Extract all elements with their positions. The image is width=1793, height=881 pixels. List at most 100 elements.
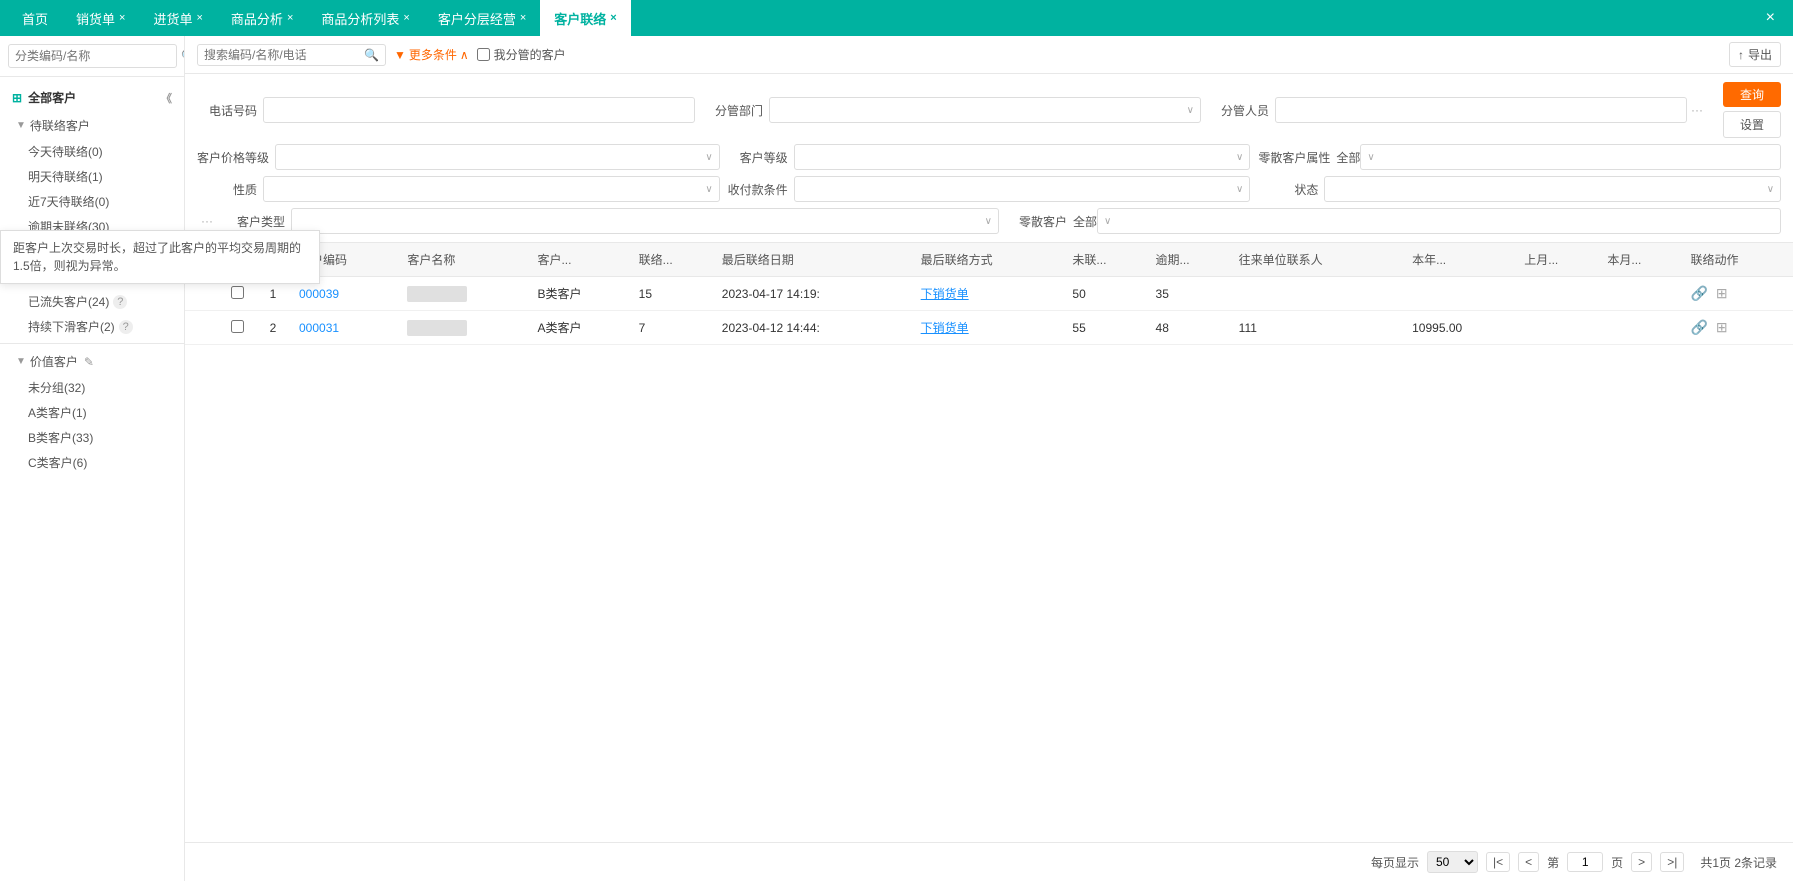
export-button[interactable]: ↑ 导出 bbox=[1729, 42, 1781, 67]
col-last-month-header: 上月... bbox=[1518, 243, 1601, 277]
nav-close-product-analysis[interactable]: × bbox=[287, 12, 293, 24]
sidebar-item-7days[interactable]: 近7天待联络(0) bbox=[0, 189, 184, 214]
arrow-down-icon: ▼ bbox=[16, 120, 26, 131]
row1-last-month bbox=[1518, 277, 1601, 311]
page-input[interactable] bbox=[1567, 852, 1603, 872]
col-last-date-header: 最后联络日期 bbox=[716, 243, 915, 277]
col-last-method-header: 最后联络方式 bbox=[915, 243, 1067, 277]
filter-payment: 收付款条件 ∨ bbox=[728, 176, 1251, 202]
page-next-btn[interactable]: > bbox=[1631, 852, 1652, 872]
nav-close-sales[interactable]: × bbox=[119, 12, 125, 24]
filter-dots-btn[interactable]: ··· bbox=[197, 214, 217, 228]
filter-person-select[interactable] bbox=[1275, 97, 1687, 123]
nav-close-product-list[interactable]: × bbox=[403, 12, 409, 24]
chevron-down-icon6: ∨ bbox=[1236, 184, 1243, 195]
sidebar-item-ungroup[interactable]: 未分组(32) bbox=[0, 375, 184, 400]
sidebar-item-b-class[interactable]: B类客户(33) bbox=[0, 425, 184, 450]
row2-no: 2 bbox=[253, 311, 293, 345]
sidebar-item-declining[interactable]: 持续下滑客户(2) ? bbox=[0, 314, 184, 339]
filter-phone-input[interactable] bbox=[263, 97, 695, 123]
sidebar-collapse-btn[interactable]: 《 bbox=[161, 90, 172, 106]
filter-nature-label: 性质 bbox=[197, 181, 257, 198]
page-first-btn[interactable]: |< bbox=[1486, 852, 1510, 872]
filter-customer-type-select[interactable]: ∨ bbox=[291, 208, 999, 234]
filter-bar-right: ↑ 导出 bbox=[1729, 42, 1781, 67]
row2-last-date: 2023-04-12 14:44: bbox=[716, 311, 915, 345]
sidebar-item-today[interactable]: 今天待联络(0) bbox=[0, 139, 184, 164]
nav-customer-contact[interactable]: 客户联络 × bbox=[540, 0, 630, 36]
filter-scattered-customer-select[interactable]: ∨ bbox=[1097, 208, 1781, 234]
row2-code[interactable]: 000031 bbox=[293, 311, 401, 345]
row1-checkbox[interactable] bbox=[231, 286, 244, 299]
edit-icon[interactable]: ✎ bbox=[84, 355, 94, 369]
filter-scattered-attr-select[interactable]: ∨ bbox=[1360, 144, 1781, 170]
row2-checkbox[interactable] bbox=[231, 320, 244, 333]
per-page-select[interactable]: 50 20 100 bbox=[1427, 851, 1478, 873]
filter-person-dots[interactable]: ··· bbox=[1687, 103, 1707, 117]
sidebar-search-input[interactable] bbox=[8, 44, 177, 68]
table-row: 2 000031 A类客户 7 2023-04-12 14:44: 下销货单 5… bbox=[185, 311, 1793, 345]
sidebar-all-customers[interactable]: ⊞ 全部客户 《 bbox=[0, 83, 184, 112]
sidebar-search-area: 🔍 bbox=[0, 36, 184, 77]
sidebar-item-c-class[interactable]: C类客户(6) bbox=[0, 450, 184, 475]
filter-payment-select[interactable]: ∨ bbox=[794, 176, 1251, 202]
nav-customer-tier[interactable]: 客户分层经营 × bbox=[424, 0, 540, 36]
my-customers-checkbox[interactable] bbox=[477, 48, 490, 61]
customers-table: ⚙ # 客户编码 客户名称 客户... 联络... 最后联络日期 最后联络方式 … bbox=[185, 243, 1793, 345]
row2-this-month bbox=[1601, 311, 1684, 345]
row2-action: 🔗 ⊞ bbox=[1684, 311, 1793, 345]
page-last-btn[interactable]: >| bbox=[1660, 852, 1684, 872]
nav-product-analysis[interactable]: 商品分析 × bbox=[217, 0, 307, 36]
filter-bar: 🔍 ▼ 更多条件 ∧ 我分管的客户 ↑ 导出 bbox=[185, 36, 1793, 74]
chevron-down-icon9: ∨ bbox=[1104, 216, 1111, 227]
row1-name bbox=[401, 277, 531, 311]
more-conditions-btn[interactable]: ▼ 更多条件 ∧ bbox=[394, 46, 469, 63]
nav-close-purchase[interactable]: × bbox=[196, 12, 202, 24]
nav-close-customer-contact[interactable]: × bbox=[610, 12, 616, 24]
page-prev-btn[interactable]: < bbox=[1518, 852, 1539, 872]
filter-customer-level-select[interactable]: ∨ bbox=[794, 144, 1251, 170]
set-button[interactable]: 设置 bbox=[1723, 111, 1781, 138]
filter-search-input[interactable] bbox=[204, 48, 364, 62]
sidebar-item-lost[interactable]: 已流失客户(24) ? bbox=[0, 289, 184, 314]
main-layout: 🔍 ⊞ 全部客户 《 ▼ 待联络客户 今天待联络(0) 明天待联络(1) 近7天… bbox=[0, 36, 1793, 881]
filter-status-label: 状态 bbox=[1258, 181, 1318, 198]
filter-scattered-customer: 零散客户 全部 ∨ bbox=[1007, 208, 1781, 234]
filter-status-select[interactable]: ∨ bbox=[1324, 176, 1781, 202]
page-label: 第 bbox=[1547, 854, 1559, 871]
filter-price-level-select[interactable]: ∨ bbox=[275, 144, 720, 170]
sidebar-price-group-title[interactable]: ▼ 价值客户 ✎ bbox=[0, 348, 184, 375]
close-all-button[interactable]: × bbox=[1756, 9, 1785, 27]
nav-product-list[interactable]: 商品分析列表 × bbox=[307, 0, 423, 36]
nav-home[interactable]: 首页 bbox=[8, 0, 62, 36]
sidebar-price-label: 价值客户 bbox=[30, 353, 78, 370]
filter-phone-label: 电话号码 bbox=[197, 102, 257, 119]
row2-overdue: 48 bbox=[1150, 311, 1233, 345]
filter-icon: ▼ bbox=[394, 48, 406, 62]
row2-grid-icon[interactable]: ⊞ bbox=[1716, 319, 1728, 336]
filter-person: 分管人员 ··· bbox=[1209, 97, 1707, 123]
row2-this-year: 10995.00 bbox=[1406, 311, 1518, 345]
col-uncontacted-header: 未联... bbox=[1066, 243, 1149, 277]
query-button[interactable]: 查询 bbox=[1723, 82, 1781, 107]
sidebar-item-tomorrow[interactable]: 明天待联络(1) bbox=[0, 164, 184, 189]
nav-purchase[interactable]: 进货单 × bbox=[139, 0, 216, 36]
filter-dept: 分管部门 ∨ bbox=[703, 97, 1201, 123]
sidebar-group-pending-label: 待联络客户 bbox=[30, 117, 90, 134]
filter-dept-select[interactable]: ∨ bbox=[769, 97, 1201, 123]
row2-link-icon[interactable]: 🔗 bbox=[1690, 319, 1707, 336]
filter-search-icon[interactable]: 🔍 bbox=[364, 48, 379, 62]
row1-grid-icon[interactable]: ⊞ bbox=[1716, 285, 1728, 302]
col-action-header: 联络动作 bbox=[1684, 243, 1793, 277]
nav-sales[interactable]: 销货单 × bbox=[62, 0, 139, 36]
nav-close-customer-tier[interactable]: × bbox=[520, 12, 526, 24]
row1-link-icon[interactable]: 🔗 bbox=[1690, 285, 1707, 302]
adv-filter-row3: 性质 ∨ 收付款条件 ∨ 状态 bbox=[197, 176, 1781, 202]
filter-nature-select[interactable]: ∨ bbox=[263, 176, 720, 202]
filter-price-level-label: 客户价格等级 bbox=[197, 149, 269, 166]
filter-status: 状态 ∨ bbox=[1258, 176, 1781, 202]
row2-type: A类客户 bbox=[531, 311, 632, 345]
sidebar-item-a-class[interactable]: A类客户(1) bbox=[0, 400, 184, 425]
sidebar-group-pending-title[interactable]: ▼ 待联络客户 bbox=[0, 112, 184, 139]
row2-last-month bbox=[1518, 311, 1601, 345]
